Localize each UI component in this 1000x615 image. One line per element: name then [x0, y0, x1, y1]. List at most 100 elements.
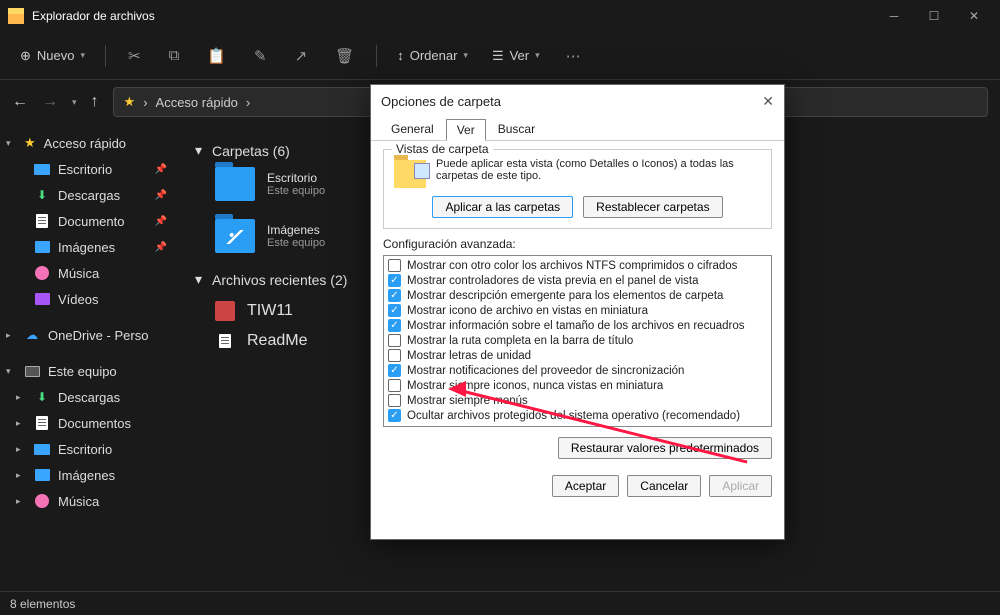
checkbox[interactable]	[388, 349, 401, 362]
chevron-right-icon: ▸	[16, 392, 26, 403]
folder-name: Escritorio	[267, 171, 325, 185]
checkbox[interactable]	[388, 364, 401, 377]
folder-item-imagenes[interactable]: ImágenesEste equipo	[215, 219, 375, 253]
sidebar-item-quick[interactable]: ▾★Acceso rápido	[0, 130, 175, 156]
adv-option-2[interactable]: Mostrar descripción emergente para los e…	[388, 288, 767, 303]
sidebar-item-videos[interactable]: Vídeos	[0, 286, 175, 312]
sort-icon: ↕	[397, 48, 404, 63]
folder-item-escritorio[interactable]: EscritorioEste equipo	[215, 167, 375, 201]
checkbox[interactable]	[388, 394, 401, 407]
folder-sub: Este equipo	[267, 185, 325, 197]
adv-option-3[interactable]: Mostrar icono de archivo en vistas en mi…	[388, 303, 767, 318]
sidebar-item-desktop[interactable]: Escritorio📌	[0, 156, 175, 182]
section-title: Archivos recientes (2)	[212, 272, 347, 288]
sort-button[interactable]: ↕ Ordenar ▾	[387, 42, 478, 69]
titlebar: Explorador de archivos ─ ☐ ✕	[0, 0, 1000, 32]
checkbox[interactable]	[388, 379, 401, 392]
document-icon	[36, 416, 48, 430]
minimize-button[interactable]: ─	[888, 9, 900, 23]
reset-folders-button[interactable]: Restablecer carpetas	[583, 196, 722, 218]
cut-icon[interactable]: ✂	[116, 41, 153, 71]
checkbox[interactable]	[388, 259, 401, 272]
view-button[interactable]: ☰ Ver ▾	[482, 42, 550, 70]
sidebar-item-music[interactable]: Música	[0, 260, 175, 286]
up-button[interactable]: ↑	[91, 93, 99, 111]
paste-icon[interactable]: 📋	[195, 41, 238, 71]
tab-general[interactable]: General	[381, 119, 444, 141]
checkbox[interactable]	[388, 319, 401, 332]
sort-label: Ordenar	[410, 48, 458, 63]
chevron-down-icon: ▾	[195, 142, 202, 159]
adv-option-9[interactable]: Mostrar siempre menús	[388, 393, 767, 408]
ok-button[interactable]: Aceptar	[552, 475, 619, 497]
apply-folders-button[interactable]: Aplicar a las carpetas	[432, 196, 573, 218]
adv-option-7[interactable]: Mostrar notificaciones del proveedor de …	[388, 363, 767, 378]
option-label: Mostrar controladores de vista previa en…	[407, 275, 699, 287]
option-label: Ocultar archivos protegidos del sistema …	[407, 410, 740, 422]
sidebar-item-pc-music[interactable]: ▸Música	[0, 488, 175, 514]
sidebar-label: Música	[58, 494, 99, 509]
delete-icon[interactable]: 🗑	[323, 41, 366, 71]
sidebar-label: Imágenes	[58, 468, 115, 483]
folder-icon	[215, 167, 255, 201]
video-icon	[35, 293, 50, 305]
checkbox[interactable]	[388, 409, 401, 422]
apply-button[interactable]: Aplicar	[709, 475, 772, 497]
status-bar: 8 elementos	[0, 591, 1000, 615]
sidebar-item-thispc[interactable]: ▾Este equipo	[0, 358, 175, 384]
sidebar-item-onedrive[interactable]: ▸☁OneDrive - Perso	[0, 322, 175, 348]
sidebar-item-pc-downloads[interactable]: ▸⬇Descargas	[0, 384, 175, 410]
folder-sub: Este equipo	[267, 237, 325, 249]
restore-defaults-button[interactable]: Restaurar valores predeterminados	[558, 437, 772, 459]
status-text: 8 elementos	[10, 597, 75, 611]
breadcrumb-chevron: ›	[246, 95, 250, 110]
images-icon	[35, 469, 50, 481]
share-icon[interactable]: ↗	[283, 41, 320, 71]
adv-option-4[interactable]: Mostrar información sobre el tamaño de l…	[388, 318, 767, 333]
checkbox[interactable]	[388, 304, 401, 317]
chevron-down-icon[interactable]: ▾	[72, 97, 77, 108]
pin-icon: 📌	[155, 216, 167, 227]
checkbox[interactable]	[388, 334, 401, 347]
sidebar-item-pc-images[interactable]: ▸Imágenes	[0, 462, 175, 488]
dialog-close-button[interactable]: ✕	[762, 93, 774, 110]
advanced-settings-list[interactable]: Mostrar con otro color los archivos NTFS…	[383, 255, 772, 427]
more-icon[interactable]: ⋯	[554, 41, 593, 71]
rename-icon[interactable]: ✎	[242, 41, 279, 71]
back-button[interactable]: ←	[12, 93, 28, 111]
sidebar-label: Documento	[58, 214, 124, 229]
folder-name: Imágenes	[267, 223, 325, 237]
sidebar-item-pc-documents[interactable]: ▸Documentos	[0, 410, 175, 436]
breadcrumb-root[interactable]: Acceso rápido	[156, 95, 238, 110]
adv-option-6[interactable]: Mostrar letras de unidad	[388, 348, 767, 363]
tab-buscar[interactable]: Buscar	[488, 119, 545, 141]
option-label: Mostrar letras de unidad	[407, 350, 531, 362]
sidebar-item-pc-desktop[interactable]: ▸Escritorio	[0, 436, 175, 462]
checkbox[interactable]	[388, 289, 401, 302]
cancel-button[interactable]: Cancelar	[627, 475, 701, 497]
sidebar-item-documents[interactable]: Documento 📌	[0, 208, 175, 234]
adv-option-0[interactable]: Mostrar con otro color los archivos NTFS…	[388, 258, 767, 273]
maximize-button[interactable]: ☐	[928, 9, 940, 23]
pin-icon: 📌	[155, 242, 167, 253]
music-icon	[35, 266, 49, 280]
copy-icon[interactable]: ⧉	[157, 41, 192, 70]
chevron-down-icon: ▾	[535, 50, 540, 61]
sidebar-item-images[interactable]: Imágenes📌	[0, 234, 175, 260]
adv-option-10[interactable]: Ocultar archivos protegidos del sistema …	[388, 408, 767, 423]
music-icon	[35, 494, 49, 508]
sidebar-label: Este equipo	[48, 364, 117, 379]
folder-images-icon	[215, 219, 255, 253]
adv-option-5[interactable]: Mostrar la ruta completa en la barra de …	[388, 333, 767, 348]
file-name: TIW11	[247, 302, 293, 320]
forward-button[interactable]: →	[42, 93, 58, 111]
checkbox[interactable]	[388, 274, 401, 287]
tab-ver[interactable]: Ver	[446, 119, 486, 141]
breadcrumb-chevron: ›	[143, 95, 147, 110]
new-button[interactable]: ⊕ Nuevo ▾	[10, 42, 95, 70]
sidebar-item-downloads[interactable]: ⬇Descargas📌	[0, 182, 175, 208]
advanced-label: Configuración avanzada:	[383, 237, 772, 251]
close-button[interactable]: ✕	[968, 9, 980, 23]
adv-option-1[interactable]: Mostrar controladores de vista previa en…	[388, 273, 767, 288]
adv-option-8[interactable]: Mostrar siempre iconos, nunca vistas en …	[388, 378, 767, 393]
